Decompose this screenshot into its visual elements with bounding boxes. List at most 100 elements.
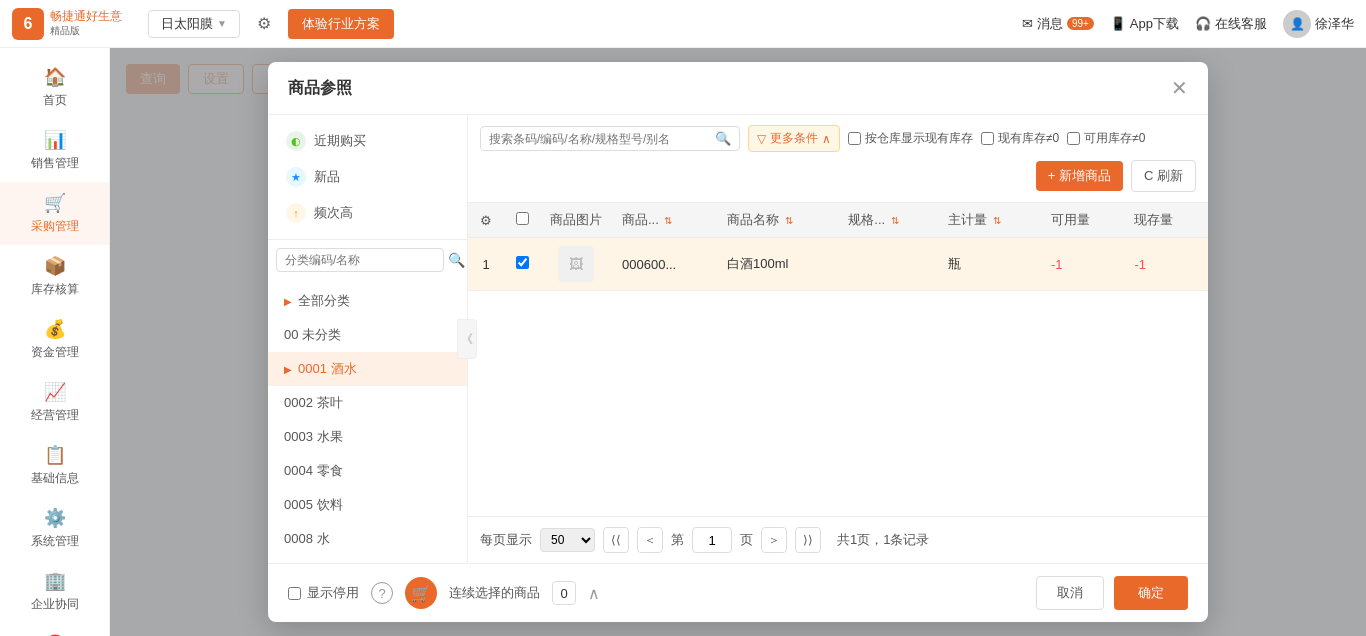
page-number-input[interactable]: [692, 527, 732, 553]
row-available: -1: [1041, 238, 1125, 291]
product-table: ⚙ 商品图片 商品...: [468, 203, 1208, 291]
product-search-wrap: 🔍: [480, 126, 740, 151]
category-beverage-label: 0005 饮料: [284, 496, 343, 514]
sidebar-item-inventory[interactable]: 📦 库存核算: [0, 245, 109, 308]
category-fruit[interactable]: 0003 水果: [268, 420, 467, 454]
message-icon: ✉: [1022, 16, 1033, 31]
frequent-icon: ↑: [286, 203, 306, 223]
table-row[interactable]: 1 🖼 000600... 白酒100ml: [468, 238, 1208, 291]
sidebar-item-guide[interactable]: 🎯 新手引导: [0, 623, 109, 636]
message-label: 消息: [1037, 15, 1063, 33]
show-disabled-toggle[interactable]: 显示停用: [288, 584, 359, 602]
per-page-select[interactable]: 50 100 200: [540, 528, 595, 552]
category-appliance[interactable]: 0010 家电: [268, 556, 467, 563]
continuous-label: 连续选择的商品: [449, 584, 540, 602]
show-warehouse-stock-label: 按仓库显示现有库存: [865, 130, 973, 147]
app-download-label: App下载: [1130, 15, 1179, 33]
last-page-button[interactable]: ⟩⟩: [795, 527, 821, 553]
category-water[interactable]: 0008 水: [268, 522, 467, 556]
col-unit-label: 主计量: [948, 212, 987, 227]
category-tea[interactable]: 0002 茶叶: [268, 386, 467, 420]
sidebar-item-basic[interactable]: 📋 基础信息: [0, 434, 109, 497]
add-product-button[interactable]: + 新增商品: [1036, 161, 1123, 191]
quick-new[interactable]: ★ 新品: [276, 159, 459, 195]
user-item[interactable]: 👤 徐泽华: [1283, 10, 1354, 38]
page-suffix: 页: [740, 531, 753, 549]
col-checkbox: [504, 203, 540, 238]
col-code-label: 商品...: [622, 212, 659, 227]
select-all-checkbox[interactable]: [516, 212, 529, 225]
first-page-button[interactable]: ⟨⟨: [603, 527, 629, 553]
col-stock-label: 现存量: [1134, 212, 1173, 227]
col-unit-sort: ⇅: [993, 215, 1001, 226]
collapse-panel-button[interactable]: 《: [457, 319, 477, 359]
nonzero-available-checkbox[interactable]: [1067, 132, 1080, 145]
corp-icon: 🏢: [44, 570, 66, 592]
show-warehouse-stock-filter[interactable]: 按仓库显示现有库存: [848, 130, 973, 147]
main-layout: 🏠 首页 📊 销售管理 🛒 采购管理 📦 库存核算 💰 资金管理 📈 经营管理 …: [0, 48, 1366, 636]
logo-sub: 精品版: [50, 24, 122, 38]
category-search-input[interactable]: [276, 248, 444, 272]
confirm-button[interactable]: 确定: [1114, 576, 1188, 610]
col-name[interactable]: 商品名称 ⇅: [717, 203, 838, 238]
row-image: 🖼: [540, 238, 612, 291]
sidebar-item-system[interactable]: ⚙️ 系统管理: [0, 497, 109, 560]
online-service-item[interactable]: 🎧 在线客服: [1195, 15, 1267, 33]
category-beverage[interactable]: 0005 饮料: [268, 488, 467, 522]
sidebar-item-purchase[interactable]: 🛒 采购管理: [0, 182, 109, 245]
category-tea-label: 0002 茶叶: [284, 394, 343, 412]
row-spec: [838, 238, 938, 291]
store-selector[interactable]: 日太阳膜 ▼: [148, 10, 240, 38]
table-body: 1 🖼 000600... 白酒100ml: [468, 238, 1208, 291]
nonzero-stock-filter[interactable]: 现有库存≠0: [981, 130, 1059, 147]
category-liquor-label: 0001 酒水: [298, 360, 357, 378]
cancel-button[interactable]: 取消: [1036, 576, 1104, 610]
product-search-button[interactable]: 🔍: [715, 131, 731, 146]
sidebar-item-operations[interactable]: 📈 经营管理: [0, 371, 109, 434]
row-checkbox[interactable]: [516, 256, 529, 269]
show-warehouse-stock-checkbox[interactable]: [848, 132, 861, 145]
help-icon[interactable]: ?: [371, 582, 393, 604]
sidebar-label-home: 首页: [43, 92, 67, 109]
quick-frequent[interactable]: ↑ 频次高: [276, 195, 459, 231]
col-spec[interactable]: 规格... ⇅: [838, 203, 938, 238]
category-water-label: 0008 水: [284, 530, 330, 548]
sidebar-item-corp[interactable]: 🏢 企业协同: [0, 560, 109, 623]
trial-button[interactable]: 体验行业方案: [288, 9, 394, 39]
sidebar-item-finance[interactable]: 💰 资金管理: [0, 308, 109, 371]
quick-recent[interactable]: ◐ 近期购买: [276, 123, 459, 159]
category-snack[interactable]: 0004 零食: [268, 454, 467, 488]
col-code[interactable]: 商品... ⇅: [612, 203, 717, 238]
modal-toolbar: 🔍 ▽ 更多条件 ∧ 按仓库显示现有库存: [468, 115, 1208, 203]
avatar: 👤: [1283, 10, 1311, 38]
show-disabled-checkbox[interactable]: [288, 587, 301, 600]
modal-close-button[interactable]: ✕: [1171, 76, 1188, 100]
app-download-item[interactable]: 📱 App下载: [1110, 15, 1179, 33]
prev-page-button[interactable]: ＜: [637, 527, 663, 553]
modal-overlay: 商品参照 ✕ ◐ 近期购买 ★ 新: [110, 48, 1366, 636]
collapse-cart-button[interactable]: ∧: [588, 584, 600, 603]
category-search-button[interactable]: 🔍: [448, 252, 465, 268]
sidebar-label-system: 系统管理: [31, 533, 79, 550]
col-unit[interactable]: 主计量 ⇅: [938, 203, 1041, 238]
col-spec-label: 规格...: [848, 212, 885, 227]
category-uncategorized[interactable]: 00 未分类: [268, 318, 467, 352]
nonzero-stock-checkbox[interactable]: [981, 132, 994, 145]
home-icon: 🏠: [44, 66, 66, 88]
settings-icon[interactable]: ⚙: [248, 8, 280, 40]
messages-item[interactable]: ✉ 消息 99+: [1022, 15, 1094, 33]
sidebar-item-home[interactable]: 🏠 首页: [0, 56, 109, 119]
page-word: 第: [671, 531, 684, 549]
store-name: 日太阳膜: [161, 15, 213, 33]
next-page-button[interactable]: ＞: [761, 527, 787, 553]
refresh-table-button[interactable]: C 刷新: [1131, 160, 1196, 192]
sidebar-item-sales[interactable]: 📊 销售管理: [0, 119, 109, 182]
category-all[interactable]: ▶ 全部分类: [268, 284, 467, 318]
operations-icon: 📈: [44, 381, 66, 403]
sales-icon: 📊: [44, 129, 66, 151]
nonzero-available-filter[interactable]: 可用库存≠0: [1067, 130, 1145, 147]
more-filter-button[interactable]: ▽ 更多条件 ∧: [748, 125, 840, 152]
product-search-input[interactable]: [489, 132, 711, 146]
show-disabled-label: 显示停用: [307, 584, 359, 602]
category-liquor[interactable]: ▶ 0001 酒水: [268, 352, 467, 386]
